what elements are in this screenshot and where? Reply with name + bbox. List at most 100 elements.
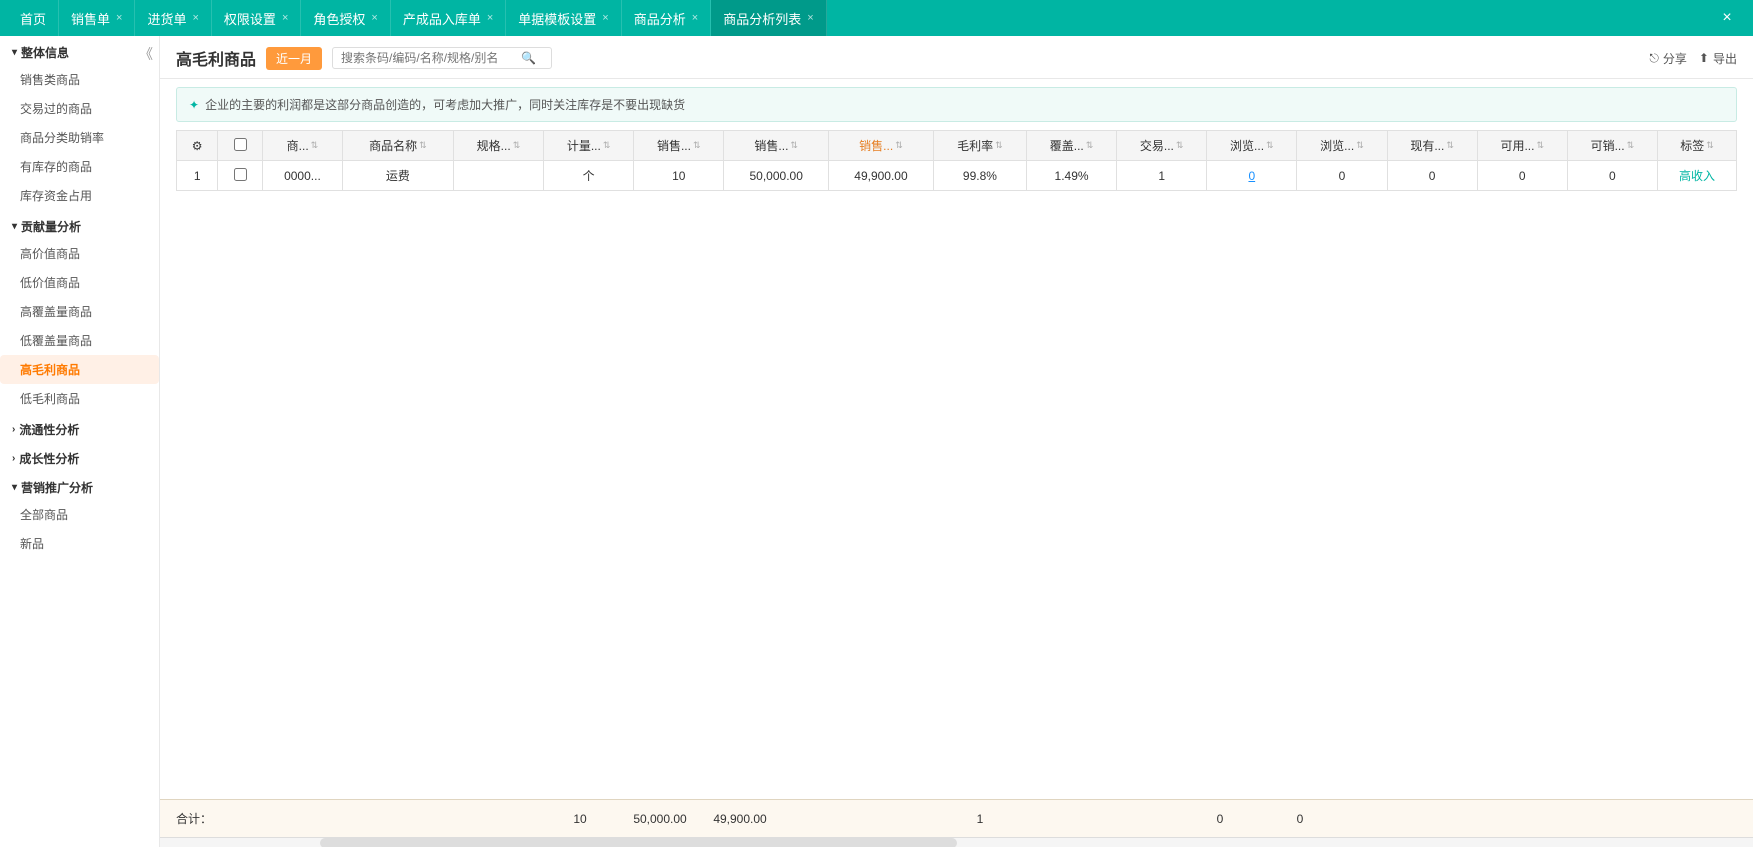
sort-available-stock-icon: ⇅ (1536, 140, 1544, 151)
scrollbar-thumb[interactable] (320, 838, 957, 847)
sidebar-group-contribution: ▾ 贡献量分析 高价值商品 低价值商品 高覆盖量商品 低覆盖量商品 高毛利商品 … (0, 210, 159, 413)
info-icon: ✦ (189, 98, 199, 112)
sidebar-item-stock-capital[interactable]: 库存资金占用 (0, 181, 159, 210)
arrow-marketing: ▾ (12, 482, 17, 493)
sort-trade-icon: ⇅ (1176, 140, 1184, 151)
nav-permissions[interactable]: 权限设置 × (212, 0, 301, 36)
sidebar-group-overview-title[interactable]: ▾ 整体信息 (0, 36, 159, 65)
col-settings[interactable]: ⚙ (177, 131, 218, 161)
main-layout: 《 ▾ 整体信息 销售类商品 交易过的商品 商品分类助销率 有库存的商品 库存资… (0, 36, 1753, 847)
nav-product-analysis[interactable]: 商品分析 × (622, 0, 711, 36)
col-name[interactable]: 商品名称 ⇅ (342, 131, 453, 161)
sidebar-item-stock-goods[interactable]: 有库存的商品 (0, 152, 159, 181)
sort-browse1-icon: ⇅ (1266, 140, 1274, 151)
nav-roles[interactable]: 角色授权 × (301, 0, 390, 36)
col-code[interactable]: 商... ⇅ (262, 131, 342, 161)
col-unit[interactable]: 计量... ⇅ (544, 131, 634, 161)
arrow-contribution: ▾ (12, 221, 17, 232)
footer-sales-qty: 10 (540, 812, 620, 826)
sidebar: 《 ▾ 整体信息 销售类商品 交易过的商品 商品分类助销率 有库存的商品 库存资… (0, 36, 160, 847)
close-permissions[interactable]: × (282, 12, 288, 24)
nav-template-settings[interactable]: 单据模板设置 × (506, 0, 621, 36)
sort-saleable-stock-icon: ⇅ (1627, 140, 1635, 151)
horizontal-scrollbar[interactable] (160, 837, 1753, 847)
search-icon[interactable]: 🔍 (521, 51, 536, 65)
cell-margin-rate: 99.8% (933, 161, 1026, 191)
close-template-settings[interactable]: × (602, 12, 608, 24)
cell-name: 运费 (342, 161, 453, 191)
col-checkbox (218, 131, 263, 161)
sidebar-group-flow-title[interactable]: › 流通性分析 (0, 413, 159, 442)
cell-browse1: 0 (1207, 161, 1297, 191)
col-spec[interactable]: 规格... ⇅ (453, 131, 543, 161)
sidebar-item-high-coverage[interactable]: 高覆盖量商品 (0, 297, 159, 326)
sidebar-item-traded-goods[interactable]: 交易过的商品 (0, 94, 159, 123)
col-sales-qty[interactable]: 销售... ⇅ (634, 131, 724, 161)
row-checkbox[interactable] (234, 168, 247, 181)
sort-sales-qty-icon: ⇅ (693, 140, 701, 151)
top-navigation: 首页 销售单 × 进货单 × 权限设置 × 角色授权 × 产成品入库单 × 单据… (0, 0, 1753, 36)
sidebar-group-overview: ▾ 整体信息 销售类商品 交易过的商品 商品分类助销率 有库存的商品 库存资金占… (0, 36, 159, 210)
nav-sales-order[interactable]: 销售单 × (59, 0, 135, 36)
nav-purchase-order[interactable]: 进货单 × (135, 0, 211, 36)
sidebar-item-low-value[interactable]: 低价值商品 (0, 268, 159, 297)
sidebar-item-all-goods[interactable]: 全部商品 (0, 500, 159, 529)
sidebar-item-new-goods[interactable]: 新品 (0, 529, 159, 558)
sidebar-item-low-margin[interactable]: 低毛利商品 (0, 384, 159, 413)
cell-saleable-stock: 0 (1567, 161, 1657, 191)
arrow-overview: ▾ (12, 47, 17, 58)
col-margin-rate[interactable]: 毛利率 ⇅ (933, 131, 1026, 161)
close-roles[interactable]: × (371, 12, 377, 24)
nav-home[interactable]: 首页 (8, 0, 59, 36)
col-browse2[interactable]: 浏览... ⇅ (1297, 131, 1387, 161)
cell-trade: 1 (1117, 161, 1207, 191)
export-icon: ⬆ (1699, 51, 1709, 65)
settings-icon[interactable]: ⚙ (192, 139, 203, 153)
sort-spec-icon: ⇅ (513, 140, 521, 151)
col-current-stock[interactable]: 现有... ⇅ (1387, 131, 1477, 161)
share-button[interactable]: ⎋ 分享 (1649, 50, 1687, 67)
col-sales-cost[interactable]: 销售... ⇅ (829, 131, 934, 161)
window-close-button[interactable]: × (1709, 0, 1745, 36)
sidebar-group-contribution-title[interactable]: ▾ 贡献量分析 (0, 210, 159, 239)
col-browse1[interactable]: 浏览... ⇅ (1207, 131, 1297, 161)
search-input[interactable] (341, 51, 521, 65)
sort-sales-cost-icon: ⇅ (895, 140, 903, 151)
close-product-analysis-list[interactable]: × (807, 12, 813, 24)
col-trade[interactable]: 交易... ⇅ (1117, 131, 1207, 161)
sidebar-item-high-value[interactable]: 高价值商品 (0, 239, 159, 268)
col-tag[interactable]: 标签 ⇅ (1657, 131, 1736, 161)
cell-sales-cost: 49,900.00 (829, 161, 934, 191)
sort-name-icon: ⇅ (419, 140, 427, 151)
sidebar-group-marketing-title[interactable]: ▾ 营销推广分析 (0, 471, 159, 500)
col-coverage[interactable]: 覆盖... ⇅ (1026, 131, 1116, 161)
sort-unit-icon: ⇅ (603, 140, 611, 151)
footer-sales-amount: 50,000.00 (620, 812, 700, 826)
table-row: 1 0000... 运费 (177, 161, 1737, 191)
close-sales-order[interactable]: × (116, 12, 122, 24)
close-product-analysis[interactable]: × (692, 12, 698, 24)
col-saleable-stock[interactable]: 可销... ⇅ (1567, 131, 1657, 161)
footer-sales-cost: 49,900.00 (700, 812, 780, 826)
sidebar-item-high-margin[interactable]: 高毛利商品 (0, 355, 159, 384)
sidebar-item-category-rate[interactable]: 商品分类助销率 (0, 123, 159, 152)
col-sales-amount[interactable]: 销售... ⇅ (724, 131, 829, 161)
col-available-stock[interactable]: 可用... ⇅ (1477, 131, 1567, 161)
export-button[interactable]: ⬆ 导出 (1699, 50, 1737, 67)
close-purchase-order[interactable]: × (192, 12, 198, 24)
sort-coverage-icon: ⇅ (1086, 140, 1094, 151)
time-filter-button[interactable]: 近一月 (266, 47, 322, 70)
nav-product-analysis-list[interactable]: 商品分析列表 × (711, 0, 826, 36)
select-all-checkbox[interactable] (234, 138, 247, 151)
search-container: 🔍 (332, 47, 552, 69)
close-product-instock[interactable]: × (487, 12, 493, 24)
nav-product-instock[interactable]: 产成品入库单 × (391, 0, 506, 36)
sidebar-item-low-coverage[interactable]: 低覆盖量商品 (0, 326, 159, 355)
sidebar-group-growth-title[interactable]: › 成长性分析 (0, 442, 159, 471)
sidebar-group-marketing: ▾ 营销推广分析 全部商品 新品 (0, 471, 159, 558)
cell-code: 0000... (262, 161, 342, 191)
total-label: 合计： (176, 810, 212, 827)
sidebar-item-sales-goods[interactable]: 销售类商品 (0, 65, 159, 94)
sidebar-collapse-button[interactable]: 《 (139, 44, 153, 64)
cell-unit: 个 (544, 161, 634, 191)
